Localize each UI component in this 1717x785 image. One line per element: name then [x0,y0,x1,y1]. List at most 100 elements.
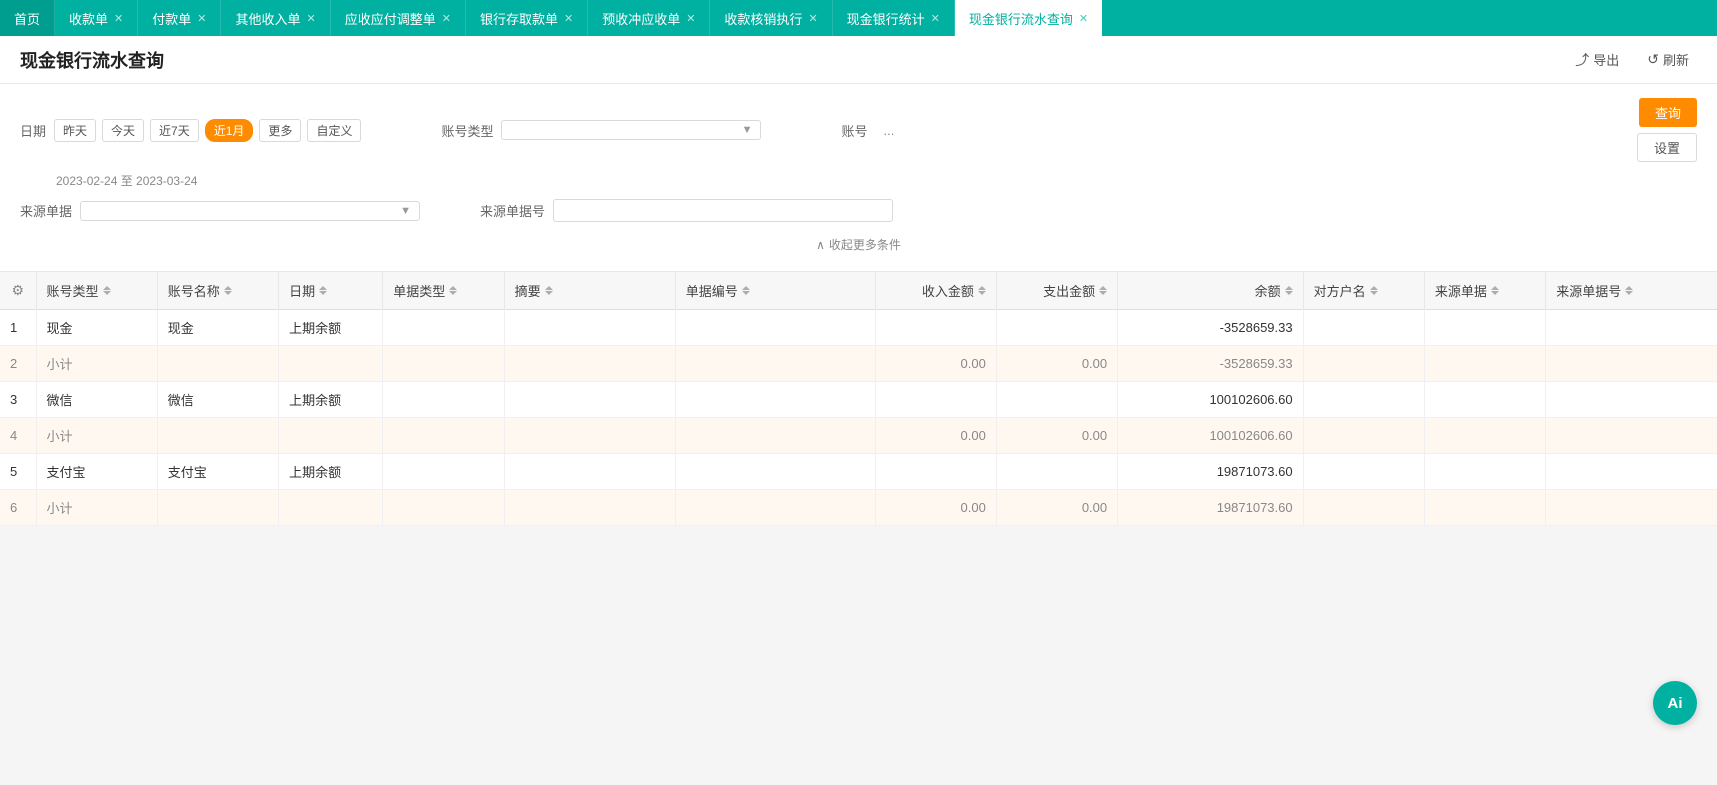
table-body: 1现金现金上期余额-3528659.332小计0.000.00-3528659.… [0,310,1717,526]
cell-balance: -3528659.33 [1118,310,1303,346]
date-custom[interactable]: 自定义 [307,119,361,142]
page-title: 现金银行流水查询 [20,47,164,73]
more-options-button[interactable]: ... [875,120,902,141]
cell-income [875,310,996,346]
cell-account-name [157,418,278,454]
cell-date: 上期余额 [279,310,383,346]
close-icon[interactable]: ✕ [114,12,123,25]
date-7days[interactable]: 近7天 [150,119,199,142]
cell-doc-type [383,490,504,526]
th-source-doc-no[interactable]: 来源单据号 [1546,272,1717,310]
date-range-display: 2023-02-24 至 2023-03-24 [56,172,1697,189]
source-doc-no-input[interactable] [553,199,893,222]
date-more[interactable]: 更多 [259,119,301,142]
th-expense[interactable]: 支出金额 [996,272,1117,310]
table-row[interactable]: 5支付宝支付宝上期余额19871073.60 [0,454,1717,490]
ai-assistant-button[interactable]: Ai [1653,681,1697,725]
cell-expense: 0.00 [996,418,1117,454]
account-type-select[interactable]: ▼ [501,120,761,140]
table-row[interactable]: 2小计0.000.00-3528659.33 [0,346,1717,382]
close-icon[interactable]: ✕ [686,12,695,25]
table-row[interactable]: 3微信微信上期余额100102606.60 [0,382,1717,418]
cell-account-name [157,346,278,382]
th-account-type[interactable]: 账号类型 [36,272,157,310]
nav-tab-3[interactable]: 其他收入单 ✕ [221,0,330,36]
cell-summary [504,454,675,490]
sort-icon [1491,286,1499,295]
th-date[interactable]: 日期 [279,272,383,310]
close-icon[interactable]: ✕ [442,12,451,25]
cell-source-doc-no [1546,382,1717,418]
cell-account-name: 支付宝 [157,454,278,490]
cell-expense [996,454,1117,490]
cell-counter-party [1303,454,1424,490]
th-income[interactable]: 收入金额 [875,272,996,310]
gear-icon[interactable]: ⚙ [11,282,24,298]
date-today[interactable]: 今天 [102,119,144,142]
close-icon[interactable]: ✕ [808,12,817,25]
th-account-name[interactable]: 账号名称 [157,272,278,310]
sort-icon [224,286,232,295]
nav-tab-4[interactable]: 应收应付调整单 ✕ [331,0,466,36]
th-doc-type[interactable]: 单据类型 [383,272,504,310]
close-icon[interactable]: ✕ [931,12,940,25]
table-header-row: ⚙ 账号类型 账号名称 [0,272,1717,310]
cell-account-name: 现金 [157,310,278,346]
nav-tab-8[interactable]: 现金银行统计 ✕ [833,0,955,36]
cell-balance: 19871073.60 [1118,454,1303,490]
cell-source-doc [1424,382,1545,418]
date-yesterday[interactable]: 昨天 [54,119,96,142]
collapse-bar[interactable]: ∧ 收起更多条件 [20,232,1697,257]
cell-counter-party [1303,346,1424,382]
query-button[interactable]: 查询 [1639,98,1697,127]
cell-doc-no [675,490,875,526]
source-doc-select[interactable]: ▼ [80,201,420,221]
close-icon[interactable]: ✕ [197,12,206,25]
nav-tab-5[interactable]: 银行存取款单 ✕ [466,0,588,36]
settings-button[interactable]: 设置 [1637,133,1697,162]
cell-date [279,346,383,382]
th-settings[interactable]: ⚙ [0,272,36,310]
cell-income [875,454,996,490]
filter-buttons: 查询 设置 [1637,98,1697,162]
th-source-doc[interactable]: 来源单据 [1424,272,1545,310]
cell-doc-type [383,382,504,418]
nav-tab-9[interactable]: 现金银行流水查询 ✕ [955,0,1102,36]
row-no: 6 [0,490,36,526]
cell-source-doc-no [1546,454,1717,490]
table-row[interactable]: 4小计0.000.00100102606.60 [0,418,1717,454]
cell-doc-type [383,454,504,490]
cell-account-name: 微信 [157,382,278,418]
cell-counter-party [1303,490,1424,526]
table-row[interactable]: 1现金现金上期余额-3528659.33 [0,310,1717,346]
cell-summary [504,418,675,454]
cell-source-doc [1424,418,1545,454]
date-1month[interactable]: 近1月 [205,119,254,142]
th-summary[interactable]: 摘要 [504,272,675,310]
account-no-filter-group: 账号 ... [841,120,902,141]
close-icon[interactable]: ✕ [1079,12,1088,25]
nav-home[interactable]: 首页 [0,0,55,36]
sort-icon [103,286,111,295]
cell-account-type: 支付宝 [36,454,157,490]
export-button[interactable]: ⤴ 导出 [1567,46,1627,74]
th-counter-party[interactable]: 对方户名 [1303,272,1424,310]
cell-doc-no [675,418,875,454]
export-icon: ⤴ [1575,50,1589,70]
cell-counter-party [1303,310,1424,346]
nav-tab-6[interactable]: 预收冲应收单 ✕ [588,0,710,36]
cell-income [875,382,996,418]
table-row[interactable]: 6小计0.000.0019871073.60 [0,490,1717,526]
refresh-button[interactable]: ↺ 刷新 [1639,46,1697,73]
nav-tab-2[interactable]: 付款单 ✕ [138,0,221,36]
close-icon[interactable]: ✕ [564,12,573,25]
cell-expense: 0.00 [996,346,1117,382]
nav-tab-1[interactable]: 收款单 ✕ [55,0,138,36]
cell-date: 上期余额 [279,382,383,418]
th-balance[interactable]: 余额 [1118,272,1303,310]
th-doc-no[interactable]: 单据编号 [675,272,875,310]
nav-tab-7[interactable]: 收款核销执行 ✕ [710,0,832,36]
cell-doc-no [675,382,875,418]
close-icon[interactable]: ✕ [307,12,316,25]
sort-icon [978,286,986,295]
